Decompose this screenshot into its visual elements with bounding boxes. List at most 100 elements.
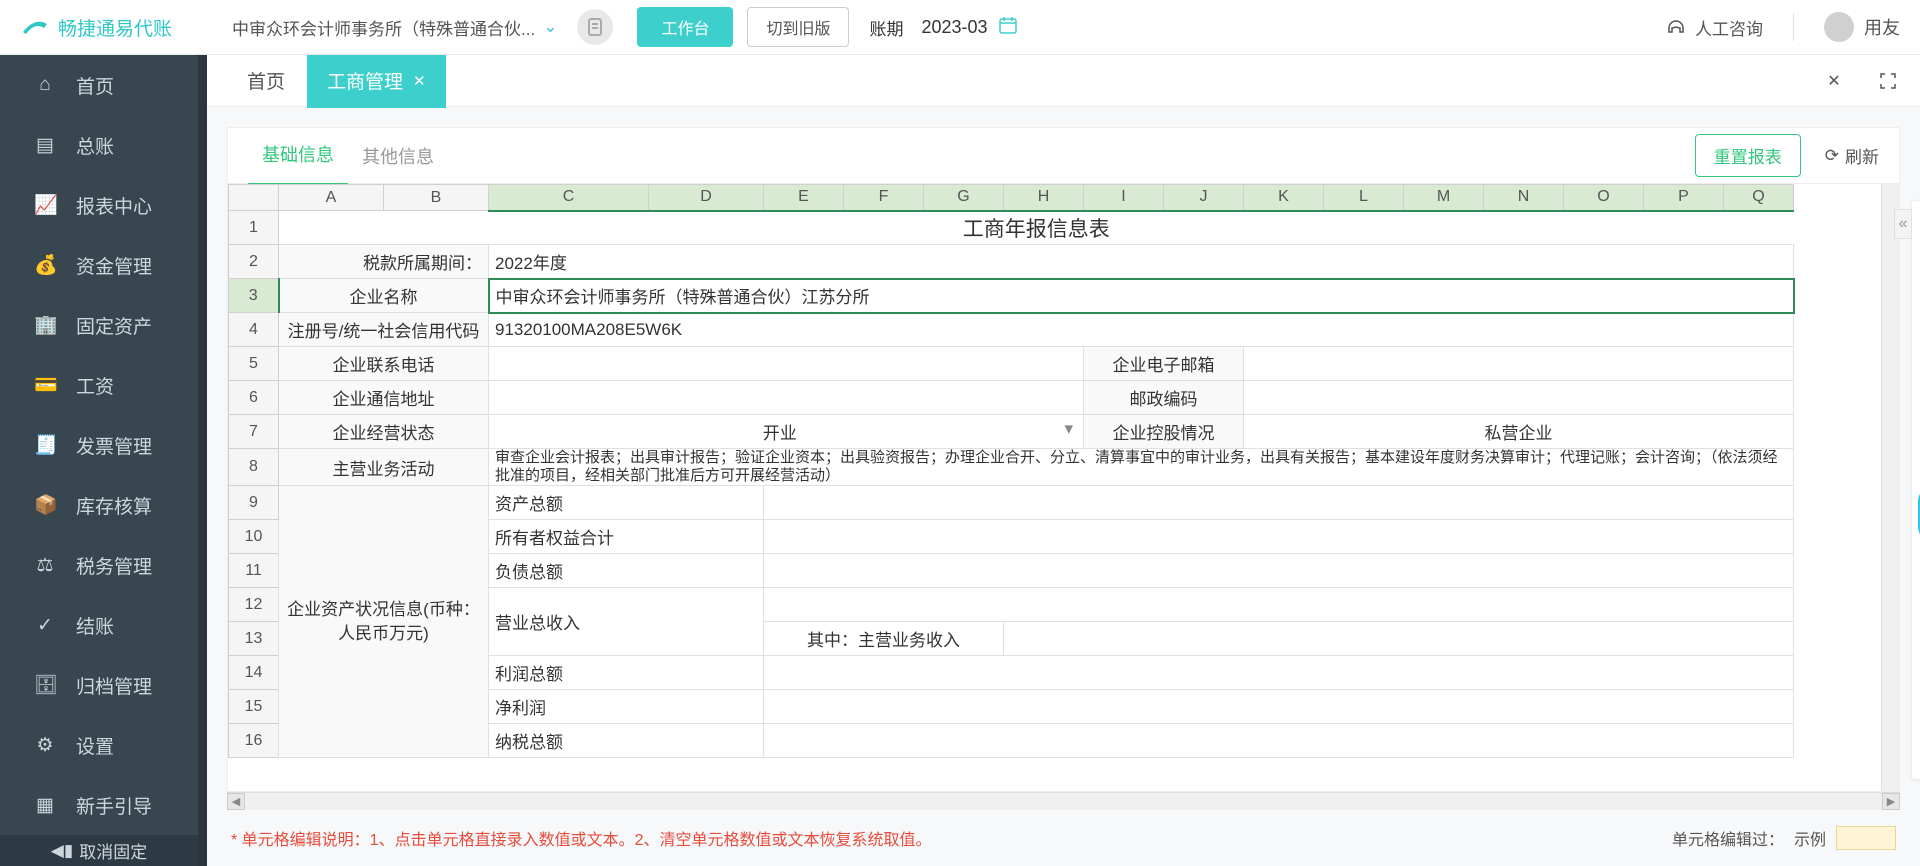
sidebar-item-inventory[interactable]: 📦库存核算 (0, 475, 198, 535)
col-G[interactable]: G (924, 185, 1004, 211)
sidebar-item-close[interactable]: ✓结账 (0, 595, 198, 655)
col-F[interactable]: F (844, 185, 924, 211)
col-A[interactable]: A (279, 185, 384, 211)
row-16[interactable]: 16 (229, 724, 279, 758)
r12-value[interactable] (764, 588, 1794, 622)
year-2025年[interactable]: 2025年 (1912, 641, 1920, 689)
sidebar-item-tax[interactable]: ⚖税务管理 (0, 535, 198, 595)
year-2020年[interactable]: 2020年 (1912, 387, 1920, 435)
row-14[interactable]: 14 (229, 656, 279, 690)
row-10[interactable]: 10 (229, 520, 279, 554)
r11-value[interactable] (764, 554, 1794, 588)
row-5[interactable]: 5 (229, 347, 279, 381)
tab-home[interactable]: 首页 (225, 55, 307, 108)
col-Q[interactable]: Q (1724, 185, 1794, 211)
sidebar-item-chart[interactable]: 📈报表中心 (0, 175, 198, 235)
r6-value[interactable] (489, 381, 1084, 415)
year-2018年[interactable]: 2018年 (1912, 291, 1920, 339)
fullscreen-icon[interactable] (1870, 63, 1906, 99)
switch-old-button[interactable]: 切到旧版 (747, 7, 849, 47)
col-B[interactable]: B (384, 185, 489, 211)
col-N[interactable]: N (1484, 185, 1564, 211)
row-2[interactable]: 2 (229, 245, 279, 279)
tab-basic-info[interactable]: 基础信息 (248, 125, 348, 186)
document-icon[interactable] (577, 9, 613, 45)
sidebar-scrollbar[interactable] (198, 55, 207, 866)
sidebar-item-archive[interactable]: 🗄归档管理 (0, 655, 198, 715)
col-H[interactable]: H (1004, 185, 1084, 211)
r8-value[interactable]: 审查企业会计报表；出具审计报告；验证企业资本；出具验资报告；办理企业合开、分立、… (489, 449, 1794, 486)
row-6[interactable]: 6 (229, 381, 279, 415)
sidebar-item-settings[interactable]: ⚙设置 (0, 715, 198, 775)
calendar-icon[interactable] (998, 15, 1018, 40)
close-all-icon[interactable]: ✕ (1816, 63, 1852, 99)
r6-value2[interactable] (1244, 381, 1794, 415)
r2-value[interactable]: 2022年度 (489, 245, 1794, 279)
sidebar-item-salary[interactable]: 💳工资 (0, 355, 198, 415)
row-1[interactable]: 1 (229, 211, 279, 245)
row-9[interactable]: 9 (229, 486, 279, 520)
year-2019年[interactable]: 2019年 (1912, 339, 1920, 387)
year-2023年[interactable]: 2023年 (1912, 545, 1920, 593)
refresh-button[interactable]: ⟳ 刷新 (1825, 143, 1879, 168)
r9-value[interactable] (764, 486, 1794, 520)
sidebar-item-invoice[interactable]: 🧾发票管理 (0, 415, 198, 475)
col-J[interactable]: J (1164, 185, 1244, 211)
col-D[interactable]: D (649, 185, 764, 211)
scroll-left-icon[interactable]: ◀ (227, 793, 245, 810)
r7-value2[interactable]: 私营企业 (1244, 415, 1794, 449)
col-P[interactable]: P (1644, 185, 1724, 211)
col-K[interactable]: K (1244, 185, 1324, 211)
col-M[interactable]: M (1404, 185, 1484, 211)
row-8[interactable]: 8 (229, 449, 279, 486)
r7-value[interactable]: 开业▾ (489, 415, 1084, 449)
tab-other-info[interactable]: 其他信息 (348, 127, 448, 185)
r5-value2[interactable] (1244, 347, 1794, 381)
r15-value[interactable] (764, 690, 1794, 724)
org-selector[interactable]: 中审众环会计师事务所（特殊普通合伙... ⌄ (232, 15, 557, 40)
year-2026年[interactable]: 2026年 (1912, 689, 1920, 737)
year-2017年[interactable]: 2017年 (1912, 243, 1920, 291)
year-2024年[interactable]: 2024年 (1912, 593, 1920, 641)
tab-business-admin[interactable]: 工商管理 ✕ (307, 55, 446, 108)
scroll-right-icon[interactable]: ▶ (1882, 793, 1900, 810)
user-menu[interactable]: 用友 (1824, 12, 1900, 42)
r16-value[interactable] (764, 724, 1794, 758)
r13-value[interactable] (1004, 622, 1794, 656)
row-4[interactable]: 4 (229, 313, 279, 347)
col-L[interactable]: L (1324, 185, 1404, 211)
r3-value[interactable]: 中审众环会计师事务所（特殊普通合伙）江苏分所 (489, 279, 1794, 313)
col-I[interactable]: I (1084, 185, 1164, 211)
sidebar-item-asset[interactable]: 🏢固定资产 (0, 295, 198, 355)
period-value[interactable]: 2023-03 (921, 17, 987, 38)
vertical-scrollbar[interactable] (1881, 184, 1899, 791)
rail-collapse-icon[interactable]: « (1894, 209, 1912, 239)
reset-report-button[interactable]: 重置报表 (1695, 134, 1801, 177)
spreadsheet[interactable]: A B C D E F G H I J K L M (228, 184, 1881, 791)
year-2021年[interactable]: 2021年 (1912, 435, 1920, 483)
row-7[interactable]: 7 (229, 415, 279, 449)
col-C[interactable]: C (489, 185, 649, 211)
sidebar-item-ledger[interactable]: ▤总账 (0, 115, 198, 175)
dropdown-icon[interactable]: ▾ (1064, 419, 1073, 439)
r5-value[interactable] (489, 347, 1084, 381)
sidebar-item-fund[interactable]: 💰资金管理 (0, 235, 198, 295)
close-icon[interactable]: ✕ (413, 72, 426, 90)
corner-cell[interactable] (229, 185, 279, 211)
col-E[interactable]: E (764, 185, 844, 211)
row-3[interactable]: 3 (229, 279, 279, 313)
row-15[interactable]: 15 (229, 690, 279, 724)
col-O[interactable]: O (1564, 185, 1644, 211)
workspace-button[interactable]: 工作台 (637, 7, 733, 47)
row-11[interactable]: 11 (229, 554, 279, 588)
sidebar-item-home[interactable]: ⌂首页 (0, 55, 198, 115)
sidebar-item-guide[interactable]: ▦新手引导 (0, 775, 198, 835)
r10-value[interactable] (764, 520, 1794, 554)
r4-value[interactable]: 91320100MA208E5W6K (489, 313, 1794, 347)
sidebar-unpin[interactable]: ◀▮ 取消固定 (0, 835, 198, 866)
support-link[interactable]: 人工咨询 (1665, 15, 1763, 40)
r14-value[interactable] (764, 656, 1794, 690)
row-12[interactable]: 12 (229, 588, 279, 622)
row-13[interactable]: 13 (229, 622, 279, 656)
horizontal-scrollbar[interactable]: ◀ ▶ (227, 792, 1900, 810)
